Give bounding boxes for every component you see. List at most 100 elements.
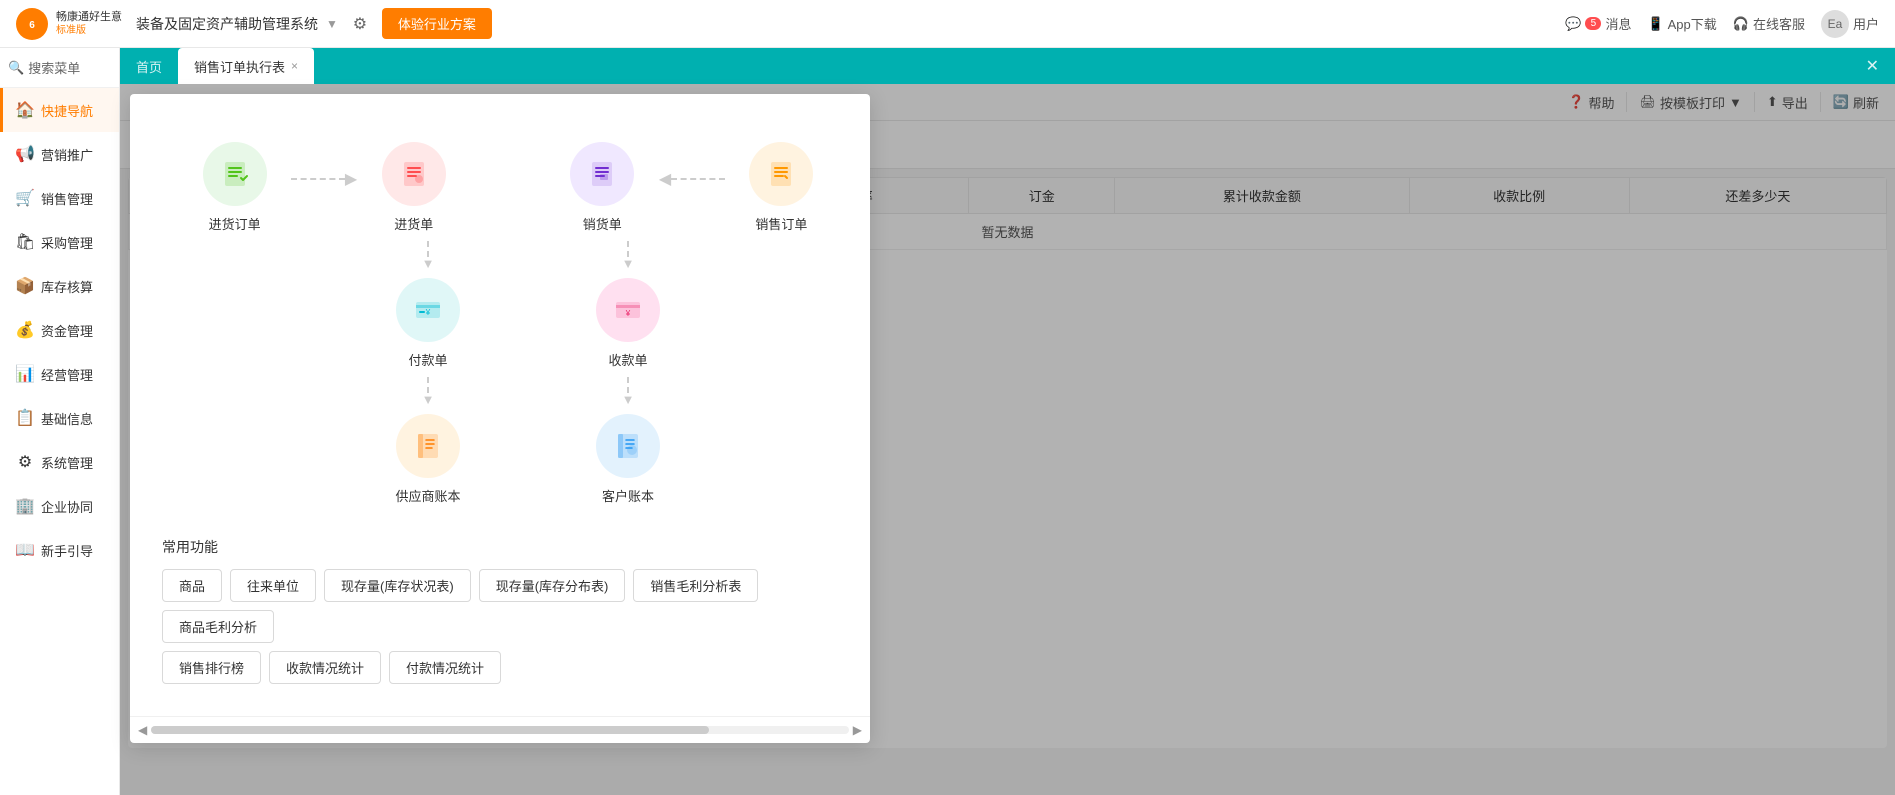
sidebar-item-system[interactable]: ⚙ 系统管理: [0, 440, 119, 484]
payment-bill-label: 付款单: [408, 350, 447, 369]
settings-button[interactable]: ⚙: [346, 10, 374, 38]
sidebar-item-business[interactable]: 📊 经营管理: [0, 352, 119, 396]
sidebar-label-business: 经营管理: [41, 365, 93, 384]
sidebar-label-purchase: 采购管理: [41, 233, 93, 252]
logo-area: 6 畅康通好生意 标准版: [16, 8, 136, 40]
purchase-bill-label: 进货单: [394, 214, 433, 233]
cf-btn-payment-stats[interactable]: 付款情况统计: [389, 651, 501, 684]
app-download-label: App下载: [1668, 14, 1717, 33]
scrollbar-track[interactable]: [151, 726, 849, 734]
user-action[interactable]: Ea 用户: [1821, 10, 1879, 38]
sales-bill-label: 销货单: [583, 214, 622, 233]
message-label: 消息: [1605, 14, 1631, 33]
cf-title: 常用功能: [162, 537, 838, 557]
purchase-icon: 🛍: [15, 232, 35, 252]
sidebar-label-marketing: 营销推广: [41, 145, 93, 164]
cf-buttons-row-1: 商品 往来单位 现存量(库存状况表) 现存量(库存分布表) 销售毛利分析表 商品…: [162, 569, 838, 643]
sidebar-item-quick-nav[interactable]: 🏠 快捷导航: [0, 88, 119, 132]
flow-node-supplier-ledger[interactable]: 供应商账本: [368, 406, 488, 513]
purchase-bill-icon: [382, 142, 446, 206]
enterprise-icon: 🏢: [15, 496, 35, 516]
logo-text: 畅康通好生意 标准版: [56, 10, 122, 37]
sidebar-item-enterprise[interactable]: 🏢 企业协同: [0, 484, 119, 528]
svg-text:6: 6: [29, 20, 35, 31]
tab-sales-order-exec[interactable]: 销售订单执行表 ×: [178, 48, 314, 84]
home-icon: 🏠: [15, 100, 35, 120]
popup-body: 进货订单 ▶: [130, 94, 870, 716]
top-actions: 💬 5 消息 📱 App下载 🎧 在线客服 Ea 用户: [1565, 10, 1879, 38]
flow-diagram: 进货订单 ▶: [162, 118, 838, 521]
popup-scrollbar: ◀ ▶: [130, 716, 870, 743]
flow-node-purchase-bill[interactable]: 进货单: [357, 134, 470, 241]
cf-btn-sales-profit[interactable]: 销售毛利分析表: [633, 569, 758, 602]
sidebar-item-inventory[interactable]: 📦 库存核算: [0, 264, 119, 308]
flow-node-payment-bill[interactable]: ¥ 付款单: [368, 270, 488, 377]
search-label: 搜索菜单: [28, 58, 80, 77]
finance-icon: 💰: [15, 320, 35, 340]
tab-bar: 首页 销售订单执行表 × ✕: [120, 48, 1895, 84]
system-icon: ⚙: [15, 452, 35, 472]
user-label: 用户: [1853, 14, 1879, 33]
sales-order-label: 销售订单: [755, 214, 807, 233]
sidebar-item-sales[interactable]: 🛒 销售管理: [0, 176, 119, 220]
scroll-left-icon[interactable]: ◀: [138, 723, 147, 737]
sidebar-label-guide: 新手引导: [41, 541, 93, 560]
cf-btn-receipt-stats[interactable]: 收款情况统计: [269, 651, 381, 684]
avatar: Ea: [1821, 10, 1849, 38]
sales-order-icon: [749, 142, 813, 206]
flow-node-sales-bill[interactable]: 销货单: [546, 134, 659, 241]
sidebar-search[interactable]: 🔍 搜索菜单: [0, 48, 119, 88]
svg-text:¥: ¥: [425, 308, 431, 317]
sidebar-label-base-info: 基础信息: [41, 409, 93, 428]
system-title: 装备及固定资产辅助管理系统: [136, 14, 318, 34]
tab-bar-close-all[interactable]: ✕: [1850, 56, 1895, 76]
svg-text:¥: ¥: [625, 309, 631, 318]
flow-node-purchase-order[interactable]: 进货订单: [178, 134, 291, 241]
sidebar-item-base-info[interactable]: 📋 基础信息: [0, 396, 119, 440]
search-icon: 🔍: [8, 60, 24, 76]
app-icon: 📱: [1647, 16, 1663, 32]
cf-btn-stock-status[interactable]: 现存量(库存状况表): [324, 569, 471, 602]
common-functions: 常用功能 商品 往来单位 现存量(库存状况表) 现存量(库存分布表) 销售毛利分…: [162, 537, 838, 684]
base-info-icon: 📋: [15, 408, 35, 428]
sidebar-label-inventory: 库存核算: [41, 277, 93, 296]
flow-node-sales-order[interactable]: 销售订单: [725, 134, 838, 241]
cf-btn-product-profit[interactable]: 商品毛利分析: [162, 610, 274, 643]
purchase-order-label: 进货订单: [209, 214, 261, 233]
cf-btn-stock-dist[interactable]: 现存量(库存分布表): [479, 569, 626, 602]
top-bar: 6 畅康通好生意 标准版 装备及固定资产辅助管理系统 ▼ ⚙ 体验行业方案 💬 …: [0, 0, 1895, 48]
experience-button[interactable]: 体验行业方案: [382, 8, 492, 39]
receipt-bill-label: 收款单: [608, 350, 647, 369]
scrollbar-thumb: [151, 726, 709, 734]
scroll-right-icon[interactable]: ▶: [853, 723, 862, 737]
sidebar-label-system: 系统管理: [41, 453, 93, 472]
title-arrow-icon[interactable]: ▼: [326, 17, 338, 31]
business-icon: 📊: [15, 364, 35, 384]
message-action[interactable]: 💬 5 消息: [1565, 14, 1631, 33]
cf-btn-product[interactable]: 商品: [162, 569, 222, 602]
cf-btn-counterpart[interactable]: 往来单位: [230, 569, 316, 602]
sidebar-item-guide[interactable]: 📖 新手引导: [0, 528, 119, 572]
flow-node-customer-ledger[interactable]: 客户账本: [568, 406, 688, 513]
supplier-ledger-label: 供应商账本: [395, 486, 460, 505]
message-icon: 💬: [1565, 16, 1581, 32]
sidebar-label-enterprise: 企业协同: [41, 497, 93, 516]
cf-buttons-row-2: 销售排行榜 收款情况统计 付款情况统计: [162, 651, 838, 684]
sidebar-label-quick-nav: 快捷导航: [41, 101, 93, 120]
online-service-label: 在线客服: [1753, 14, 1805, 33]
app-download-action[interactable]: 📱 App下载: [1647, 14, 1716, 33]
cf-btn-sales-rank[interactable]: 销售排行榜: [162, 651, 261, 684]
sidebar-item-marketing[interactable]: 📢 营销推广: [0, 132, 119, 176]
popup-overlay[interactable]: 进货订单 ▶: [120, 84, 1895, 795]
message-badge: 5: [1585, 17, 1601, 30]
sidebar-item-finance[interactable]: 💰 资金管理: [0, 308, 119, 352]
inventory-icon: 📦: [15, 276, 35, 296]
sidebar-item-purchase[interactable]: 🛍 采购管理: [0, 220, 119, 264]
tab-sales-order-exec-label: 销售订单执行表: [194, 57, 285, 76]
flow-node-receipt-bill[interactable]: ¥ 收款单: [568, 270, 688, 377]
tab-home[interactable]: 首页: [120, 48, 178, 84]
tab-close-icon[interactable]: ×: [291, 59, 298, 73]
popup-panel: 进货订单 ▶: [130, 94, 870, 743]
guide-icon: 📖: [15, 540, 35, 560]
online-service-action[interactable]: 🎧 在线客服: [1733, 14, 1805, 33]
